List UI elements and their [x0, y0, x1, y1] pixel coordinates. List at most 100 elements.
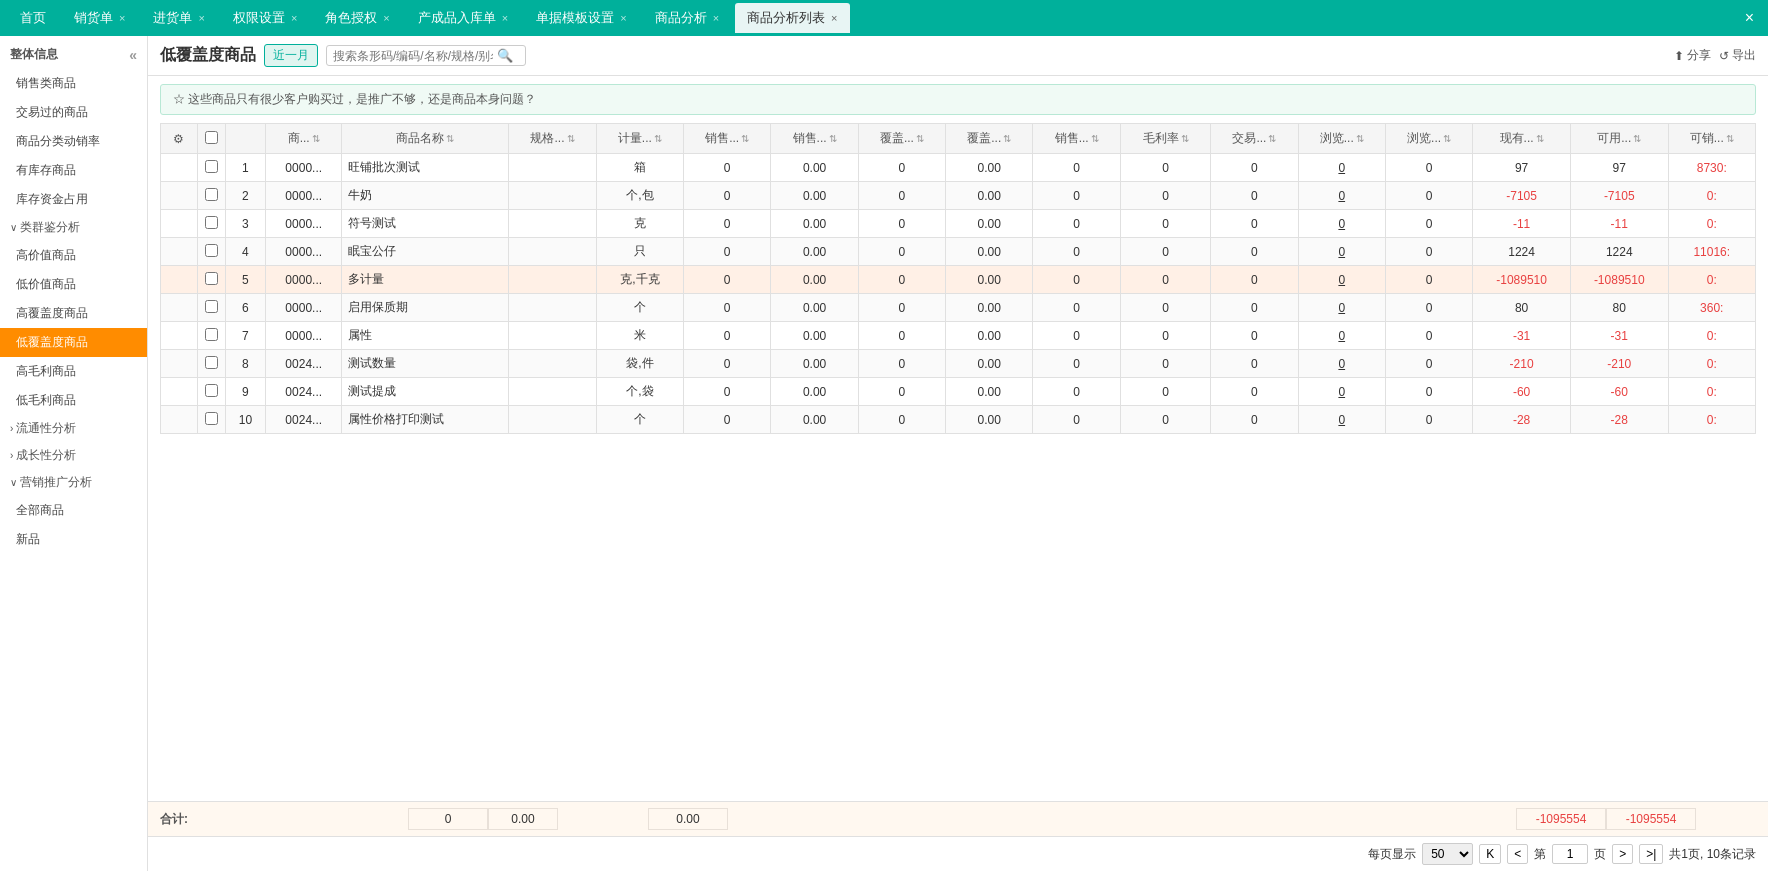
col-header-transaction[interactable]: 交易...⇅ [1211, 124, 1298, 154]
col-header-name[interactable]: 商品名称⇅ [342, 124, 509, 154]
row-name[interactable]: 属性价格打印测试 [342, 406, 509, 434]
col-header-spec[interactable]: 规格...⇅ [509, 124, 596, 154]
row-checkbox-input[interactable] [205, 188, 218, 201]
row-checkbox[interactable] [197, 154, 225, 182]
nav-tab-sales[interactable]: 销货单 × [62, 3, 137, 33]
col-header-sales-qty[interactable]: 销售...⇅ [684, 124, 771, 154]
close-icon[interactable]: × [198, 12, 204, 24]
page-number-input[interactable] [1552, 844, 1588, 864]
last-page-button[interactable]: >| [1639, 844, 1663, 864]
row-checkbox-input[interactable] [205, 356, 218, 369]
sidebar-item-high-value[interactable]: 高价值商品 [0, 241, 147, 270]
sidebar-section-liquidity[interactable]: › 流通性分析 [0, 415, 147, 442]
page-size-select[interactable]: 50 20 100 [1422, 843, 1473, 865]
share-button[interactable]: ⬆ 分享 [1674, 47, 1711, 64]
row-checkbox-input[interactable] [205, 160, 218, 173]
search-icon[interactable]: 🔍 [497, 48, 513, 63]
row-checkbox-input[interactable] [205, 412, 218, 425]
sidebar-section-group-analysis[interactable]: ∨ 类群鉴分析 [0, 214, 147, 241]
sidebar-item-traded-products[interactable]: 交易过的商品 [0, 98, 147, 127]
row-checkbox-input[interactable] [205, 216, 218, 229]
nav-tab-product-analysis[interactable]: 商品分析 × [643, 3, 731, 33]
row-browse1[interactable]: 0 [1298, 238, 1385, 266]
row-name[interactable]: 测试提成 [342, 378, 509, 406]
row-name[interactable]: 属性 [342, 322, 509, 350]
sidebar-item-category-turnover[interactable]: 商品分类动销率 [0, 127, 147, 156]
sidebar-item-new-products[interactable]: 新品 [0, 525, 147, 554]
row-name[interactable]: 牛奶 [342, 182, 509, 210]
sidebar-item-all-products[interactable]: 全部商品 [0, 496, 147, 525]
row-name[interactable]: 多计量 [342, 266, 509, 294]
settings-column-header[interactable]: ⚙ [161, 124, 198, 154]
row-browse1[interactable]: 0 [1298, 294, 1385, 322]
col-header-code[interactable]: 商...⇅ [266, 124, 342, 154]
row-browse1[interactable]: 0 [1298, 182, 1385, 210]
next-page-button[interactable]: > [1612, 844, 1633, 864]
row-checkbox[interactable] [197, 322, 225, 350]
sidebar-item-low-margin[interactable]: 低毛利商品 [0, 386, 147, 415]
first-page-button[interactable]: K [1479, 844, 1501, 864]
row-checkbox-input[interactable] [205, 328, 218, 341]
nav-tab-product-in[interactable]: 产成品入库单 × [406, 3, 520, 33]
nav-tab-purchase[interactable]: 进货单 × [141, 3, 216, 33]
col-header-coverage2[interactable]: 覆盖...⇅ [946, 124, 1033, 154]
row-checkbox[interactable] [197, 182, 225, 210]
col-header-saleable[interactable]: 可销...⇅ [1668, 124, 1755, 154]
row-name[interactable]: 测试数量 [342, 350, 509, 378]
checkbox-column-header[interactable] [197, 124, 225, 154]
close-all-button[interactable]: × [1739, 9, 1760, 27]
sidebar-collapse-button[interactable]: « [129, 47, 137, 63]
sidebar-section-marketing[interactable]: ∨ 营销推广分析 [0, 469, 147, 496]
col-header-browse1[interactable]: 浏览...⇅ [1298, 124, 1385, 154]
nav-tab-template[interactable]: 单据模板设置 × [524, 3, 638, 33]
sidebar-section-growth[interactable]: › 成长性分析 [0, 442, 147, 469]
row-name[interactable]: 眠宝公仔 [342, 238, 509, 266]
row-browse1[interactable]: 0 [1298, 406, 1385, 434]
nav-tab-home[interactable]: 首页 [8, 3, 58, 33]
col-header-sales-amt[interactable]: 销售...⇅ [771, 124, 858, 154]
nav-tab-permission[interactable]: 权限设置 × [221, 3, 309, 33]
close-icon[interactable]: × [620, 12, 626, 24]
sidebar-item-sales-products[interactable]: 销售类商品 [0, 69, 147, 98]
time-filter-button[interactable]: 近一月 [264, 44, 318, 67]
sidebar-item-low-coverage[interactable]: 低覆盖度商品 [0, 328, 147, 357]
sidebar-item-capital-occupation[interactable]: 库存资金占用 [0, 185, 147, 214]
close-icon[interactable]: × [713, 12, 719, 24]
row-browse1[interactable]: 0 [1298, 154, 1385, 182]
row-name[interactable]: 旺铺批次测试 [342, 154, 509, 182]
close-icon[interactable]: × [119, 12, 125, 24]
row-checkbox[interactable] [197, 266, 225, 294]
nav-tab-product-analysis-list[interactable]: 商品分析列表 × [735, 3, 849, 33]
close-icon[interactable]: × [383, 12, 389, 24]
row-name[interactable]: 符号测试 [342, 210, 509, 238]
export-button[interactable]: ↺ 导出 [1719, 47, 1756, 64]
prev-page-button[interactable]: < [1507, 844, 1528, 864]
row-browse1[interactable]: 0 [1298, 210, 1385, 238]
sidebar-item-stock-products[interactable]: 有库存商品 [0, 156, 147, 185]
row-browse1[interactable]: 0 [1298, 378, 1385, 406]
col-header-unit[interactable]: 计量...⇅ [596, 124, 683, 154]
row-checkbox-input[interactable] [205, 272, 218, 285]
col-header-sales3[interactable]: 销售...⇅ [1033, 124, 1120, 154]
row-name[interactable]: 启用保质期 [342, 294, 509, 322]
row-checkbox-input[interactable] [205, 300, 218, 313]
row-checkbox[interactable] [197, 294, 225, 322]
row-checkbox[interactable] [197, 378, 225, 406]
nav-tab-role[interactable]: 角色授权 × [313, 3, 401, 33]
sidebar-item-low-value[interactable]: 低价值商品 [0, 270, 147, 299]
col-header-browse2[interactable]: 浏览...⇅ [1385, 124, 1472, 154]
search-input[interactable] [333, 49, 493, 63]
row-checkbox[interactable] [197, 406, 225, 434]
col-header-coverage1[interactable]: 覆盖...⇅ [858, 124, 945, 154]
close-icon[interactable]: × [291, 12, 297, 24]
close-icon[interactable]: × [831, 12, 837, 24]
row-checkbox-input[interactable] [205, 384, 218, 397]
row-checkbox[interactable] [197, 210, 225, 238]
sidebar-item-high-coverage[interactable]: 高覆盖度商品 [0, 299, 147, 328]
row-checkbox[interactable] [197, 238, 225, 266]
col-header-current-stock[interactable]: 现有...⇅ [1473, 124, 1571, 154]
row-browse1[interactable]: 0 [1298, 350, 1385, 378]
row-browse1[interactable]: 0 [1298, 266, 1385, 294]
row-checkbox[interactable] [197, 350, 225, 378]
row-checkbox-input[interactable] [205, 244, 218, 257]
